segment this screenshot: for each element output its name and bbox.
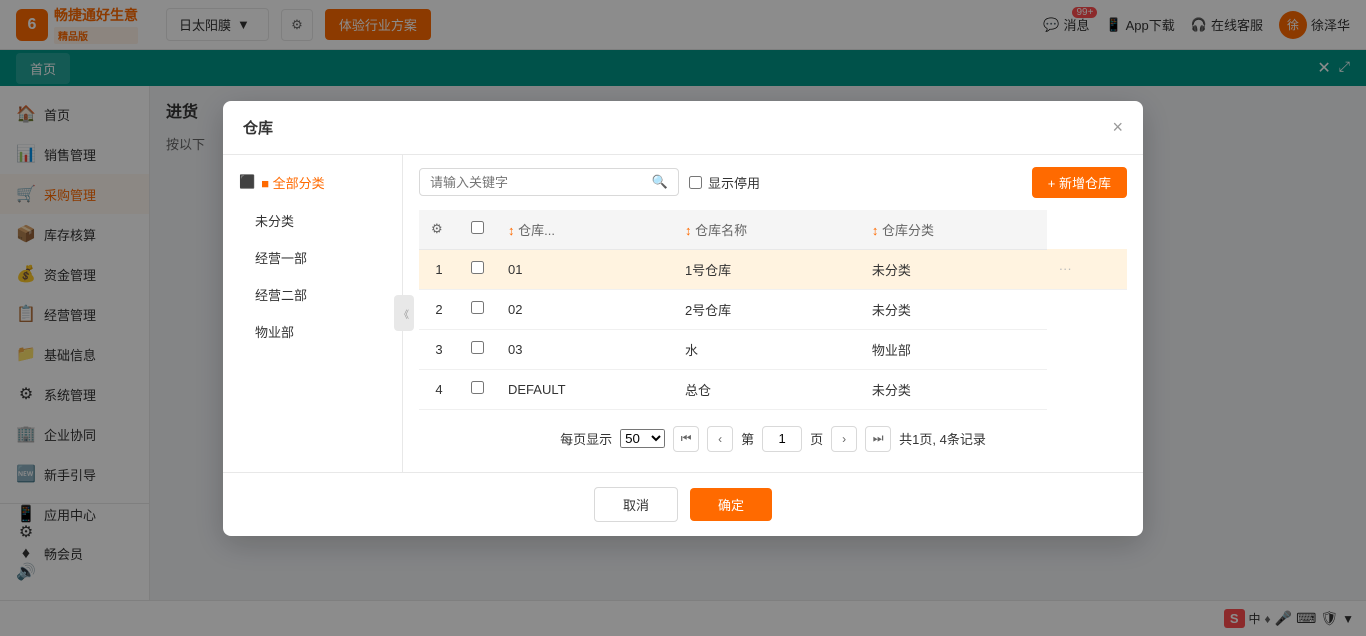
page-first-button[interactable]: ⏮ — [673, 426, 699, 452]
new-warehouse-button[interactable]: + 新增仓库 — [1032, 167, 1127, 198]
table-row[interactable]: 3 03 水 物业部 — [419, 329, 1127, 369]
page-number-input[interactable] — [762, 426, 802, 452]
table-row[interactable]: 1 01 1号仓库 未分类 ··· — [419, 249, 1127, 289]
select-all-checkbox[interactable] — [471, 221, 484, 234]
modal-header: 仓库 × — [223, 101, 1143, 155]
pagination: 每页显示 501020100 ⏮ ‹ 第 页 › ⏭ 共1页, 4条记录 — [419, 410, 1127, 460]
row-dots-icon: ··· — [1059, 261, 1072, 276]
warehouse-table: ⚙ ↕ 仓库... ↕ — [419, 210, 1127, 410]
page-next-button[interactable]: › — [831, 426, 857, 452]
col-name-header: ↕ 仓库名称 — [673, 210, 860, 250]
per-page-select[interactable]: 501020100 — [620, 429, 665, 448]
category-item-经营一部[interactable]: 经营一部 — [223, 239, 402, 276]
all-categories-item[interactable]: ⬛ ■ 全部分类 — [223, 163, 402, 202]
page-last-button[interactable]: ⏭ — [865, 426, 891, 452]
row-num: 1 — [435, 262, 442, 277]
grid-icon: ⬛ — [239, 174, 255, 190]
row-checkbox[interactable] — [471, 261, 484, 274]
category-item-物业部[interactable]: 物业部 — [223, 313, 402, 350]
row-num: 4 — [435, 382, 442, 397]
modal-footer: 取消 确定 — [223, 472, 1143, 536]
page-prev-button[interactable]: ‹ — [707, 426, 733, 452]
table-toolbar: 🔍 显示停用 + 新增仓库 — [419, 167, 1127, 198]
category-sidebar: ⬛ ■ 全部分类 未分类经营一部经营二部物业部 《 — [223, 155, 403, 472]
category-item-未分类[interactable]: 未分类 — [223, 202, 402, 239]
modal-body: ⬛ ■ 全部分类 未分类经营一部经营二部物业部 《 🔍 — [223, 155, 1143, 472]
col-settings-header: ⚙ — [419, 210, 459, 250]
row-checkbox[interactable] — [471, 301, 484, 314]
cancel-button[interactable]: 取消 — [594, 487, 678, 522]
search-icon: 🔍 — [652, 174, 668, 190]
show-disabled-toggle[interactable]: 显示停用 — [689, 173, 760, 192]
col-category-header: ↕ 仓库分类 — [860, 210, 1047, 250]
confirm-button[interactable]: 确定 — [690, 488, 772, 521]
row-checkbox[interactable] — [471, 381, 484, 394]
search-box: 🔍 — [419, 168, 679, 196]
modal-overlay: 仓库 × ⬛ ■ 全部分类 未分类经营一部经营二部物业部 《 — [0, 0, 1366, 636]
table-row[interactable]: 4 DEFAULT 总仓 未分类 — [419, 369, 1127, 409]
row-num: 2 — [435, 302, 442, 317]
row-checkbox[interactable] — [471, 341, 484, 354]
table-area: 🔍 显示停用 + 新增仓库 ⚙ — [403, 155, 1143, 472]
warehouse-modal: 仓库 × ⬛ ■ 全部分类 未分类经营一部经营二部物业部 《 — [223, 101, 1143, 536]
col-checkbox-header — [459, 210, 496, 250]
collapse-button[interactable]: 《 — [394, 295, 414, 331]
table-row[interactable]: 2 02 2号仓库 未分类 — [419, 289, 1127, 329]
show-disabled-checkbox[interactable] — [689, 176, 702, 189]
search-input[interactable] — [430, 175, 646, 190]
row-num: 3 — [435, 342, 442, 357]
modal-close-button[interactable]: × — [1112, 118, 1123, 136]
table-container: ⚙ ↕ 仓库... ↕ — [419, 210, 1127, 410]
category-item-经营二部[interactable]: 经营二部 — [223, 276, 402, 313]
table-header-row: ⚙ ↕ 仓库... ↕ — [419, 210, 1127, 250]
col-code-header: ↕ 仓库... — [496, 210, 673, 250]
modal-title: 仓库 — [243, 117, 273, 138]
